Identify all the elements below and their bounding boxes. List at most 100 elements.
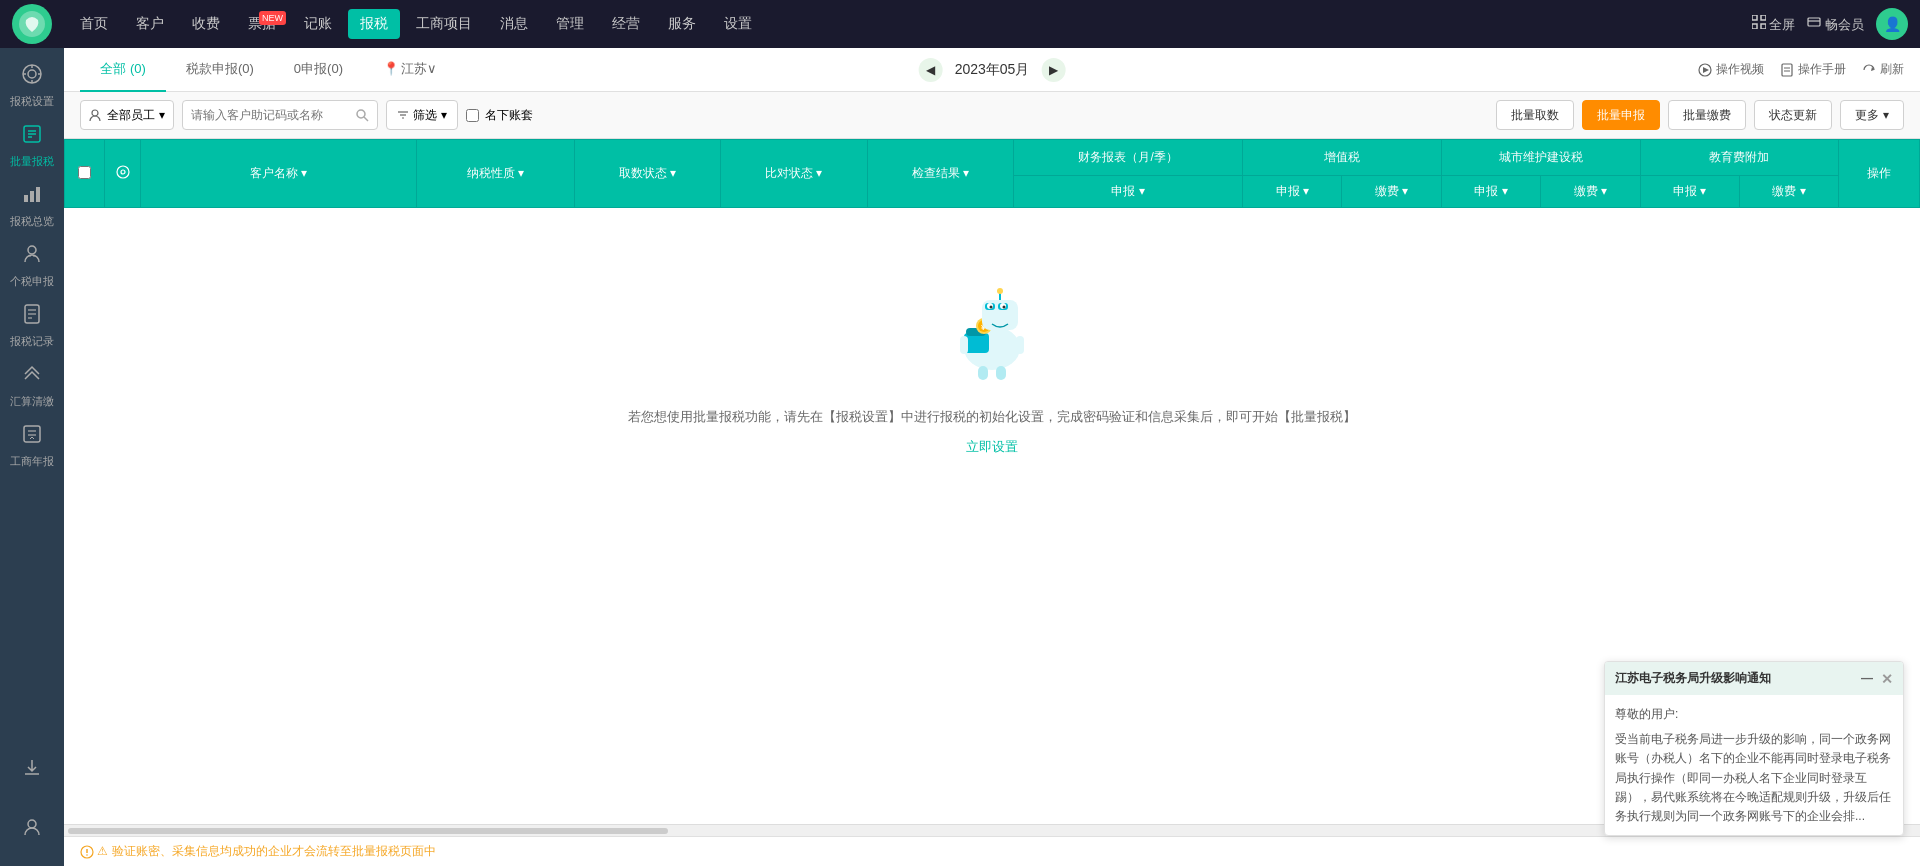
- left-sidebar: 报税设置 批量报税 报税总览: [0, 48, 64, 866]
- sidebar-item-download[interactable]: [0, 738, 64, 798]
- svg-rect-62: [996, 366, 1006, 380]
- nav-manage[interactable]: 管理: [544, 9, 596, 39]
- sidebar-item-tax-summary[interactable]: 报税总览: [0, 176, 64, 236]
- nav-accounting[interactable]: 记账: [292, 9, 344, 39]
- th-settings[interactable]: [105, 140, 141, 208]
- empty-state: ¥: [64, 208, 1920, 516]
- sidebar-item-annual-report[interactable]: 工商年报: [0, 416, 64, 476]
- account-checkbox[interactable]: [466, 109, 479, 122]
- svg-rect-2: [1761, 15, 1766, 20]
- sidebar-item-settlement[interactable]: 汇算清缴: [0, 356, 64, 416]
- batch-declare-btn[interactable]: 批量申报: [1582, 100, 1660, 130]
- annual-report-icon: [21, 423, 43, 450]
- th-checkbox[interactable]: [65, 140, 105, 208]
- svg-rect-19: [36, 187, 40, 202]
- svg-rect-33: [1782, 64, 1792, 76]
- nav-settings[interactable]: 设置: [712, 9, 764, 39]
- th-vat-pay[interactable]: 缴费 ▾: [1342, 176, 1441, 208]
- bottom-message: ⚠ 验证账密、采集信息均成功的企业才会流转至批量报税页面中: [97, 843, 435, 860]
- nav-billing[interactable]: 收费: [180, 9, 232, 39]
- nav-customer[interactable]: 客户: [124, 9, 176, 39]
- svg-rect-61: [978, 366, 988, 380]
- th-finance-declare[interactable]: 申报 ▾: [1014, 176, 1243, 208]
- setup-link[interactable]: 立即设置: [966, 438, 1018, 456]
- refresh-btn[interactable]: 刷新: [1862, 61, 1904, 78]
- notification-text: 受当前电子税务局进一步升级的影响，同一个政务网账号（办税人）名下的企业不能再同时…: [1615, 730, 1893, 826]
- filter-button[interactable]: 筛选 ▾: [386, 100, 458, 130]
- more-btn[interactable]: 更多 ▾: [1840, 100, 1904, 130]
- svg-rect-4: [1761, 24, 1766, 29]
- svg-point-8: [28, 70, 36, 78]
- tax-settings-icon: [21, 63, 43, 90]
- account-checkbox-label[interactable]: 名下账套: [466, 107, 533, 124]
- sidebar-label-tax-record: 报税记录: [10, 334, 54, 349]
- toolbar: 全部员工 ▾ 筛选 ▾ 名下账套 批量取数 批量申报 批量缴费 状态更新 更多 …: [64, 92, 1920, 139]
- nav-service[interactable]: 服务: [656, 9, 708, 39]
- sidebar-label-tax-settings: 报税设置: [10, 94, 54, 109]
- sidebar-item-batch-tax[interactable]: 批量报税: [0, 116, 64, 176]
- next-month-btn[interactable]: ▶: [1041, 58, 1065, 82]
- tabs-bar: 全部(0) 税款申报(0) 0申报(0) 📍江苏 ∨ ◀ 2023年05月 ▶ …: [64, 48, 1920, 92]
- vip-btn[interactable]: 畅会员: [1807, 15, 1864, 34]
- tab-region[interactable]: 📍江苏 ∨: [363, 48, 457, 92]
- search-icon[interactable]: [355, 108, 369, 122]
- nav-tax[interactable]: 报税: [348, 9, 400, 39]
- nav-bizproject[interactable]: 工商项目: [404, 9, 484, 39]
- th-check-result[interactable]: 检查结果 ▾: [867, 140, 1014, 208]
- svg-point-43: [121, 170, 125, 174]
- sidebar-item-personal-tax[interactable]: 个税申报: [0, 236, 64, 296]
- operation-manual-btn[interactable]: 操作手册: [1780, 61, 1846, 78]
- fullscreen-btn[interactable]: 全屏: [1752, 15, 1796, 34]
- svg-point-55: [990, 306, 993, 309]
- tab-all[interactable]: 全部(0): [80, 48, 166, 92]
- nav-home[interactable]: 首页: [68, 9, 120, 39]
- logo[interactable]: [12, 4, 52, 44]
- th-name[interactable]: 客户名称 ▾: [141, 140, 417, 208]
- profile-icon: [22, 817, 42, 839]
- batch-pay-btn[interactable]: 批量缴费: [1668, 100, 1746, 130]
- tab-zero-declare[interactable]: 0申报(0): [274, 48, 363, 92]
- sidebar-item-tax-record[interactable]: 报税记录: [0, 296, 64, 356]
- th-city-declare[interactable]: 申报 ▾: [1441, 176, 1541, 208]
- th-compare-status[interactable]: 比对状态 ▾: [721, 140, 868, 208]
- svg-rect-59: [960, 336, 968, 354]
- th-edu-declare[interactable]: 申报 ▾: [1640, 176, 1739, 208]
- employee-select[interactable]: 全部员工 ▾: [80, 100, 174, 130]
- svg-point-65: [86, 854, 88, 856]
- svg-rect-26: [24, 426, 40, 442]
- sidebar-item-tax-settings[interactable]: 报税设置: [0, 56, 64, 116]
- nav-items: 首页 客户 收费 票据 NEW 记账 报税 工商项目 消息 管理 经营 服务 设…: [68, 9, 1752, 39]
- scroll-thumb[interactable]: [68, 828, 668, 834]
- notification-body: 尊敬的用户: 受当前电子税务局进一步升级的影响，同一个政务网账号（办税人）名下的…: [1605, 695, 1903, 835]
- bottom-bar: ⚠ 验证账密、采集信息均成功的企业才会流转至批量报税页面中: [64, 836, 1920, 866]
- notification-panel: 江苏电子税务局升级影响通知 — ✕ 尊敬的用户: 受当前电子税务局进一步升级的影…: [1604, 661, 1904, 836]
- svg-rect-17: [24, 195, 28, 202]
- nav-message[interactable]: 消息: [488, 9, 540, 39]
- select-all-checkbox[interactable]: [78, 166, 91, 179]
- status-update-btn[interactable]: 状态更新: [1754, 100, 1832, 130]
- svg-rect-60: [1016, 336, 1024, 354]
- nav-invoice[interactable]: 票据 NEW: [236, 9, 288, 39]
- th-city-pay[interactable]: 缴费 ▾: [1541, 176, 1641, 208]
- operation-video-btn[interactable]: 操作视频: [1698, 61, 1764, 78]
- th-city-build: 城市维护建设税: [1441, 140, 1640, 176]
- svg-point-37: [357, 110, 365, 118]
- th-edu-pay[interactable]: 缴费 ▾: [1739, 176, 1838, 208]
- prev-month-btn[interactable]: ◀: [919, 58, 943, 82]
- notification-minimize[interactable]: —: [1861, 671, 1873, 687]
- personal-tax-icon: [21, 243, 43, 270]
- th-tax-type[interactable]: 纳税性质 ▾: [416, 140, 574, 208]
- search-input[interactable]: [191, 108, 351, 122]
- notification-close[interactable]: ✕: [1881, 671, 1893, 687]
- sidebar-item-profile[interactable]: [0, 798, 64, 858]
- th-fetch-status[interactable]: 取数状态 ▾: [574, 140, 721, 208]
- nav-operation[interactable]: 经营: [600, 9, 652, 39]
- svg-point-58: [997, 288, 1003, 294]
- svg-rect-5: [1808, 18, 1820, 26]
- tab-tax-declare[interactable]: 税款申报(0): [166, 48, 274, 92]
- user-avatar[interactable]: 👤: [1876, 8, 1908, 40]
- notification-header: 江苏电子税务局升级影响通知 — ✕: [1605, 662, 1903, 695]
- nav-right: 全屏 畅会员 👤: [1752, 8, 1908, 40]
- batch-fetch-btn[interactable]: 批量取数: [1496, 100, 1574, 130]
- th-vat-declare[interactable]: 申报 ▾: [1243, 176, 1342, 208]
